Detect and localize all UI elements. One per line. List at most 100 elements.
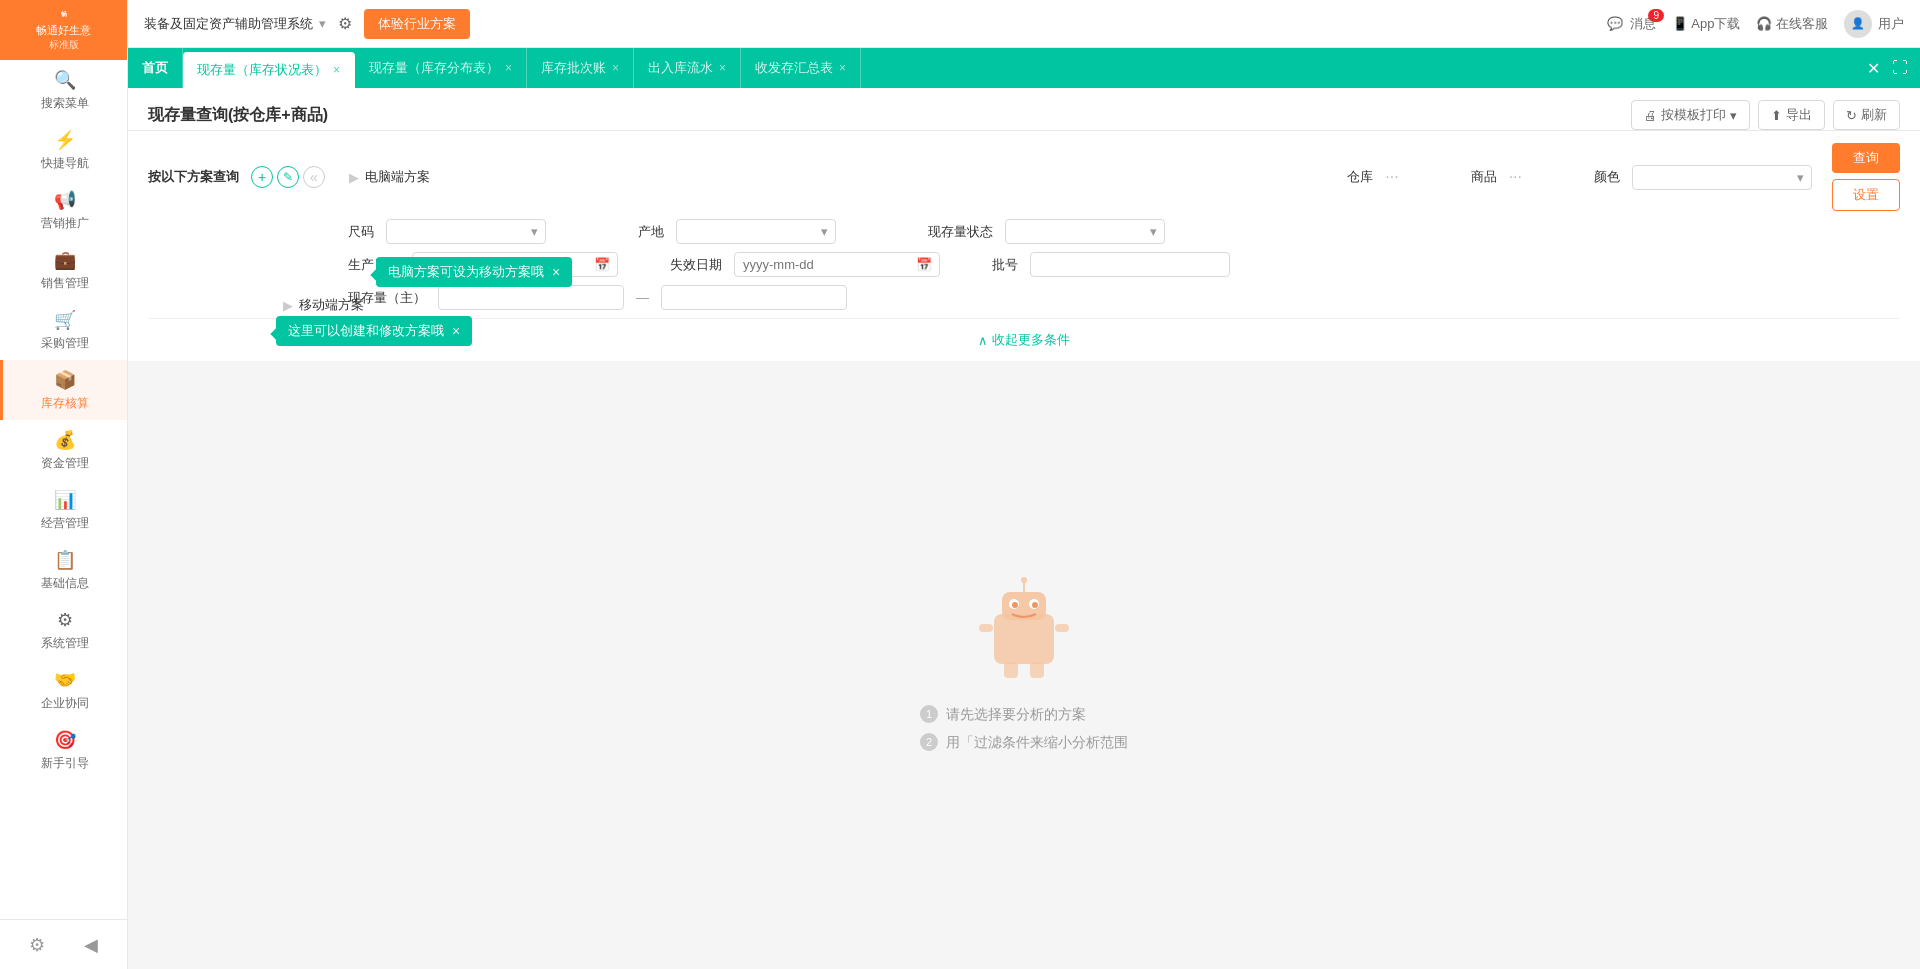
tab-batch[interactable]: 库存批次账 × xyxy=(527,48,634,88)
sidebar: 畅 畅通好生意 标准版 🔍 搜索菜单 ⚡ 快捷导航 📢 营销推广 💼 销售管理 … xyxy=(0,0,128,969)
collapse-sidebar-icon[interactable]: ◀ xyxy=(84,934,98,956)
refresh-button[interactable]: ↻ 刷新 xyxy=(1833,100,1900,130)
svg-rect-8 xyxy=(979,624,993,632)
scheme-mobile-item[interactable]: ▶ 移动端方案 xyxy=(283,296,364,314)
stock-main-end[interactable] xyxy=(661,285,847,310)
app-download-button[interactable]: 📱 App下载 xyxy=(1672,15,1740,33)
tab-home-label: 首页 xyxy=(142,59,168,77)
empty-tip-1-text: 请先选择要分析的方案 xyxy=(946,700,1086,728)
purchase-icon: 🛒 xyxy=(54,309,76,331)
tab-close-summary[interactable]: × xyxy=(839,61,846,75)
batch-label: 批号 xyxy=(992,256,1018,274)
app-subtitle: 标准版 xyxy=(49,38,79,52)
sidebar-item-marketing-label: 营销推广 xyxy=(41,215,89,232)
sidebar-item-finance-label: 资金管理 xyxy=(41,455,89,472)
stock-status-select[interactable] xyxy=(1005,219,1165,244)
print-button[interactable]: 🖨 按模板打印 ▾ xyxy=(1631,100,1750,130)
settings-icon[interactable]: ⚙ xyxy=(29,934,45,956)
tooltip-scheme-mobile: 电脑方案可设为移动方案哦 × xyxy=(376,257,572,287)
industry-plan-button[interactable]: 体验行业方案 xyxy=(364,9,470,39)
tab-home[interactable]: 首页 xyxy=(128,48,183,88)
tabs-fullscreen-icon[interactable]: ⛶ xyxy=(1888,55,1912,82)
scheme-pc-item[interactable]: ▶ 电脑端方案 xyxy=(349,168,430,186)
sidebar-item-inventory[interactable]: 📦 库存核算 xyxy=(0,360,127,420)
tooltip2-close-button[interactable]: × xyxy=(452,323,460,339)
tab-close-inventory-dist[interactable]: × xyxy=(505,61,512,75)
system-icon: ⚙ xyxy=(57,609,73,631)
sidebar-item-marketing[interactable]: 📢 营销推广 xyxy=(0,180,127,240)
sidebar-item-finance[interactable]: 💰 资金管理 xyxy=(0,420,127,480)
sidebar-item-sales[interactable]: 💼 销售管理 xyxy=(0,240,127,300)
reset-button[interactable]: 设置 xyxy=(1832,179,1900,211)
page-actions: 🖨 按模板打印 ▾ ⬆ 导出 ↻ 刷新 xyxy=(1631,100,1900,130)
stock-main-start[interactable] xyxy=(438,285,624,310)
sidebar-item-search-label: 搜索菜单 xyxy=(41,95,89,112)
dropdown-icon[interactable]: ▾ xyxy=(319,16,326,31)
quicknav-icon: ⚡ xyxy=(54,129,76,151)
tooltip1-close-button[interactable]: × xyxy=(552,264,560,280)
size-label: 尺码 xyxy=(348,223,374,241)
tab-summary-label: 收发存汇总表 xyxy=(755,59,833,77)
tab-close-flow[interactable]: × xyxy=(719,61,726,75)
size-select[interactable] xyxy=(386,219,546,244)
sidebar-nav: 🔍 搜索菜单 ⚡ 快捷导航 📢 营销推广 💼 销售管理 🛒 采购管理 📦 库存核… xyxy=(0,60,127,919)
color-select[interactable] xyxy=(1632,165,1812,190)
filter-area: 按以下方案查询 + ✎ « ▶ 电脑端方案 仓库 ··· xyxy=(128,131,1920,361)
sidebar-item-cooperation[interactable]: 🤝 企业协同 xyxy=(0,660,127,720)
origin-select[interactable] xyxy=(676,219,836,244)
expire-date-start[interactable] xyxy=(734,252,940,277)
online-service-button[interactable]: 🎧 在线客服 xyxy=(1756,15,1828,33)
sidebar-item-guide[interactable]: 🎯 新手引导 xyxy=(0,720,127,780)
goods-dots[interactable]: ··· xyxy=(1509,168,1522,186)
marketing-icon: 📢 xyxy=(54,189,76,211)
tab-close-batch[interactable]: × xyxy=(612,61,619,75)
system-name: 装备及固定资产辅助管理系统 xyxy=(144,15,313,33)
avatar: 👤 xyxy=(1844,10,1872,38)
sidebar-item-system[interactable]: ⚙ 系统管理 xyxy=(0,600,127,660)
gear-icon[interactable]: ⚙ xyxy=(338,14,352,33)
add-scheme-button[interactable]: + xyxy=(251,166,273,188)
basic-info-icon: 📋 xyxy=(54,549,76,571)
sidebar-item-purchase-label: 采购管理 xyxy=(41,335,89,352)
warehouse-dots[interactable]: ··· xyxy=(1385,168,1398,186)
svg-point-13 xyxy=(1021,577,1027,583)
goods-label: 商品 xyxy=(1471,168,1497,186)
size-select-wrap xyxy=(386,219,546,244)
mobile-icon: 📱 xyxy=(1672,16,1688,31)
logo-icon: 畅 xyxy=(46,8,82,21)
scheme-expand-icon: ▶ xyxy=(349,170,359,185)
export-button[interactable]: ⬆ 导出 xyxy=(1758,100,1825,130)
svg-rect-11 xyxy=(1030,662,1044,678)
filter-row-2: 尺码 产地 现存量状态 xyxy=(148,219,1900,244)
cooperation-icon: 🤝 xyxy=(54,669,76,691)
sidebar-item-quicknav[interactable]: ⚡ 快捷导航 xyxy=(0,120,127,180)
sidebar-item-inventory-label: 库存核算 xyxy=(41,395,89,412)
tabs-close-all-icon[interactable]: ✕ xyxy=(1863,55,1884,82)
query-button[interactable]: 查询 xyxy=(1832,143,1900,173)
back-scheme-button[interactable]: « xyxy=(303,166,325,188)
tab-inventory-distribution[interactable]: 现存量（库存分布表） × xyxy=(355,48,527,88)
collapse-button[interactable]: ∧ 收起更多条件 xyxy=(970,327,1078,353)
dot-indicator-1 xyxy=(375,268,385,278)
print-icon: 🖨 xyxy=(1644,108,1657,123)
message-icon: 💬 xyxy=(1607,16,1623,31)
stock-status-label: 现存量状态 xyxy=(928,223,993,241)
sidebar-item-basic-info[interactable]: 📋 基础信息 xyxy=(0,540,127,600)
calendar-icon-2: 📅 xyxy=(916,257,932,272)
sidebar-item-purchase[interactable]: 🛒 采购管理 xyxy=(0,300,127,360)
user-area[interactable]: 👤 用户 xyxy=(1844,10,1904,38)
expire-date-start-wrap: 📅 xyxy=(734,252,940,277)
tab-close-inventory-status[interactable]: × xyxy=(333,63,340,77)
tab-inventory-status[interactable]: 现存量（库存状况表） × xyxy=(183,52,355,88)
tab-summary[interactable]: 收发存汇总表 × xyxy=(741,48,861,88)
empty-tip-1: 1 请先选择要分析的方案 xyxy=(920,700,1128,728)
edit-scheme-button[interactable]: ✎ xyxy=(277,166,299,188)
messages-button[interactable]: 💬 9 消息 xyxy=(1607,15,1657,33)
sidebar-item-operations[interactable]: 📊 经营管理 xyxy=(0,480,127,540)
system-selector: 装备及固定资产辅助管理系统 ▾ xyxy=(144,15,326,33)
warehouse-label: 仓库 xyxy=(1347,168,1373,186)
tab-flow[interactable]: 出入库流水 × xyxy=(634,48,741,88)
sidebar-item-system-label: 系统管理 xyxy=(41,635,89,652)
sidebar-item-search[interactable]: 🔍 搜索菜单 xyxy=(0,60,127,120)
batch-input[interactable] xyxy=(1030,252,1230,277)
